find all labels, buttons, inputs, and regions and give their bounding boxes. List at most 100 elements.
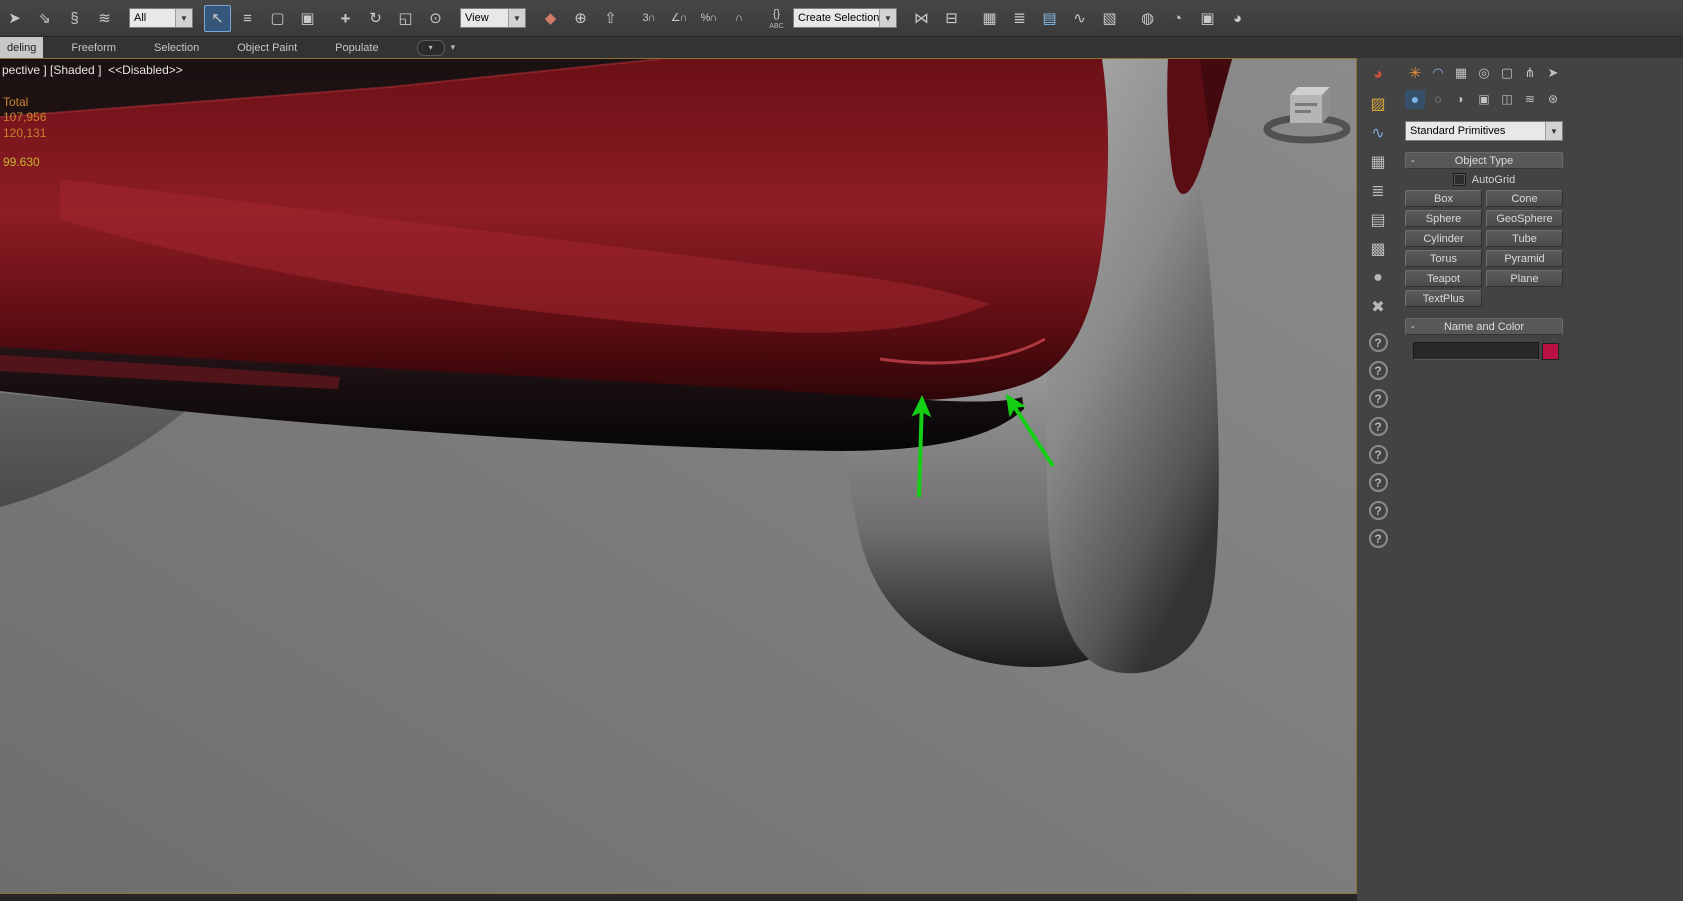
viewport-label[interactable]: pective ] [Shaded ] <<Disabled>> xyxy=(2,63,183,77)
help-button[interactable]: ? xyxy=(1368,473,1388,492)
select-object-icon[interactable]: ↖ xyxy=(204,4,231,32)
scene-explorer-icon[interactable]: ▦ xyxy=(976,5,1003,32)
close-icon[interactable]: ✖ xyxy=(1365,295,1391,319)
tab-motion[interactable]: ◎ xyxy=(1474,63,1494,83)
redo-icon[interactable]: ➤ xyxy=(1,5,28,32)
help-button[interactable]: ? xyxy=(1368,501,1388,520)
help-button[interactable]: ? xyxy=(1368,417,1388,436)
tube-button[interactable]: Tube xyxy=(1486,230,1563,247)
cylinder-button[interactable]: Cylinder xyxy=(1405,230,1482,247)
textplus-button[interactable]: TextPlus xyxy=(1405,290,1482,307)
tab-hierarchy[interactable]: ▦ xyxy=(1451,63,1471,83)
stats-tris-value: 120,131 xyxy=(3,126,47,140)
ribbon-minimize-caret[interactable]: ▾ xyxy=(451,42,456,53)
rollout-title: Object Type xyxy=(1454,154,1514,167)
spinner-snap-icon[interactable]: ∩ xyxy=(725,5,752,32)
curve-editor-icon[interactable]: ∿ xyxy=(1066,5,1093,32)
stats-polys-value: 107,956 xyxy=(3,110,47,124)
layer-explorer-icon[interactable]: ≣ xyxy=(1006,5,1033,32)
category-geometry[interactable]: ● xyxy=(1405,89,1425,109)
curve-graph-icon[interactable]: ∿ xyxy=(1365,121,1391,145)
autogrid-checkbox[interactable] xyxy=(1452,173,1466,186)
material-editor-icon[interactable]: ◍ xyxy=(1134,5,1161,32)
category-shapes[interactable]: ◌ xyxy=(1428,90,1448,109)
help-button[interactable]: ? xyxy=(1368,529,1388,548)
help-button[interactable]: ? xyxy=(1368,389,1388,408)
category-spacewarps[interactable]: ≋ xyxy=(1520,90,1540,109)
selection-filter-dropdown[interactable]: All ▼ xyxy=(129,8,193,28)
tab-create[interactable]: ✳ xyxy=(1405,63,1425,83)
tab-utilities[interactable]: ⋔ xyxy=(1520,63,1540,83)
help-button[interactable]: ? xyxy=(1368,445,1388,464)
object-color-swatch[interactable] xyxy=(1542,342,1559,360)
use-pivot-center-icon[interactable]: ◆ xyxy=(537,5,564,32)
keyboard-override-icon[interactable]: ⇧ xyxy=(597,5,624,32)
export-folder-icon[interactable]: ▨ xyxy=(1365,92,1391,116)
ribbon-tab-populate[interactable]: Populate xyxy=(321,37,392,58)
object-name-field[interactable] xyxy=(1413,342,1539,360)
mirror-icon[interactable]: ⋈ xyxy=(908,5,935,32)
tab-modify[interactable]: ◠ xyxy=(1428,63,1448,83)
ribbon-toggle-icon[interactable]: ▤ xyxy=(1036,5,1063,32)
main-toolbar: ➤ ⇘ § ≋ All ▼ ↖ ≡ ▢ ▣ + ↻ ◱ ⊙ View ▼ ◆ ⊕… xyxy=(0,0,1683,37)
rendered-frame-icon[interactable]: ▣ xyxy=(1194,5,1221,32)
collapse-icon: - xyxy=(1411,320,1415,333)
3dsmax-window: { "ui": { "combo_arrow": "▼", "caret": "… xyxy=(0,0,1683,901)
geosphere-button[interactable]: GeoSphere xyxy=(1486,210,1563,227)
sphere-icon[interactable]: ● xyxy=(1365,266,1391,290)
category-cameras[interactable]: ▣ xyxy=(1474,90,1494,109)
plane-button[interactable]: Plane xyxy=(1486,270,1563,287)
command-panel-categories: ● ◌ ◗ ▣ ◫ ≋ ⊛ xyxy=(1401,84,1567,110)
render-setup-icon[interactable]: ◔ xyxy=(1164,5,1191,32)
select-and-scale-icon[interactable]: ◱ xyxy=(392,5,419,32)
unlink-selection-icon[interactable]: § xyxy=(61,5,88,32)
snap-3d-icon[interactable]: 3∩ xyxy=(635,5,662,32)
ribbon-tab-selection[interactable]: Selection xyxy=(140,37,213,58)
tab-display[interactable]: ▢ xyxy=(1497,63,1517,83)
ribbon-tab-freeform[interactable]: Freeform xyxy=(57,37,130,58)
teapot-button[interactable]: Teapot xyxy=(1405,270,1482,287)
sphere-button[interactable]: Sphere xyxy=(1405,210,1482,227)
select-and-manipulate-icon[interactable]: ⊕ xyxy=(567,5,594,32)
category-helpers[interactable]: ◫ xyxy=(1497,90,1517,109)
category-systems[interactable]: ⊛ xyxy=(1543,90,1563,109)
select-and-rotate-icon[interactable]: ↻ xyxy=(362,5,389,32)
checker-icon[interactable]: ▦ xyxy=(1365,150,1391,174)
ribbon-tab-modeling[interactable]: deling xyxy=(0,37,44,58)
primitive-type-dropdown[interactable]: Standard Primitives ▼ xyxy=(1405,121,1563,141)
torus-button[interactable]: Torus xyxy=(1405,250,1482,267)
select-by-name-icon[interactable]: ≡ xyxy=(234,5,261,32)
select-and-move-icon[interactable]: + xyxy=(332,5,359,32)
window-crossing-icon[interactable]: ▣ xyxy=(294,5,321,32)
percent-snap-icon[interactable]: %∩ xyxy=(695,5,722,32)
category-lights[interactable]: ◗ xyxy=(1451,90,1471,109)
right-panel: ◕ ▨ ∿ ▦ ≣ ▤ ▩ ● ✖ ? ? ? ? ? ? ? ? ✳ ◠ ▦ … xyxy=(1357,58,1683,901)
box-button[interactable]: Box xyxy=(1405,190,1482,207)
select-and-link-icon[interactable]: ⇘ xyxy=(31,5,58,32)
named-sets-icon[interactable]: {} ABC xyxy=(763,5,790,32)
rectangular-selection-icon[interactable]: ▢ xyxy=(264,5,291,32)
coordinate-system-dropdown[interactable]: View ▼ xyxy=(460,8,526,28)
angle-snap-icon[interactable]: ∠∩ xyxy=(665,5,692,32)
ribbon-tab-object-paint[interactable]: Object Paint xyxy=(223,37,311,58)
help-button[interactable]: ? xyxy=(1368,333,1388,352)
pyramid-button[interactable]: Pyramid xyxy=(1486,250,1563,267)
align-icon[interactable]: ⊟ xyxy=(938,5,965,32)
stack-icon[interactable]: ≣ xyxy=(1365,179,1391,203)
help-button[interactable]: ? xyxy=(1368,361,1388,380)
ribbon-overflow-button[interactable]: ▾ xyxy=(416,39,445,56)
panel-arrow-icon[interactable]: ➤ xyxy=(1543,63,1563,83)
render-production-icon[interactable]: ◕ xyxy=(1224,5,1251,32)
layers-icon[interactable]: ▤ xyxy=(1365,208,1391,232)
teapot-icon[interactable]: ◕ xyxy=(1365,63,1391,87)
cone-button[interactable]: Cone xyxy=(1486,190,1563,207)
bricks-icon[interactable]: ▩ xyxy=(1365,237,1391,261)
select-and-place-icon[interactable]: ⊙ xyxy=(422,5,449,32)
viewport-canvas[interactable] xyxy=(0,59,1356,893)
perspective-viewport[interactable]: pective ] [Shaded ] <<Disabled>> Total 1… xyxy=(0,58,1357,893)
object-type-rollout-header[interactable]: - Object Type xyxy=(1405,152,1563,169)
selection-set-dropdown[interactable]: Create Selection Se ▼ xyxy=(793,8,897,28)
name-and-color-rollout-header[interactable]: - Name and Color xyxy=(1405,318,1563,335)
schematic-view-icon[interactable]: ▧ xyxy=(1096,5,1123,32)
bind-to-space-warp-icon[interactable]: ≋ xyxy=(91,5,118,32)
